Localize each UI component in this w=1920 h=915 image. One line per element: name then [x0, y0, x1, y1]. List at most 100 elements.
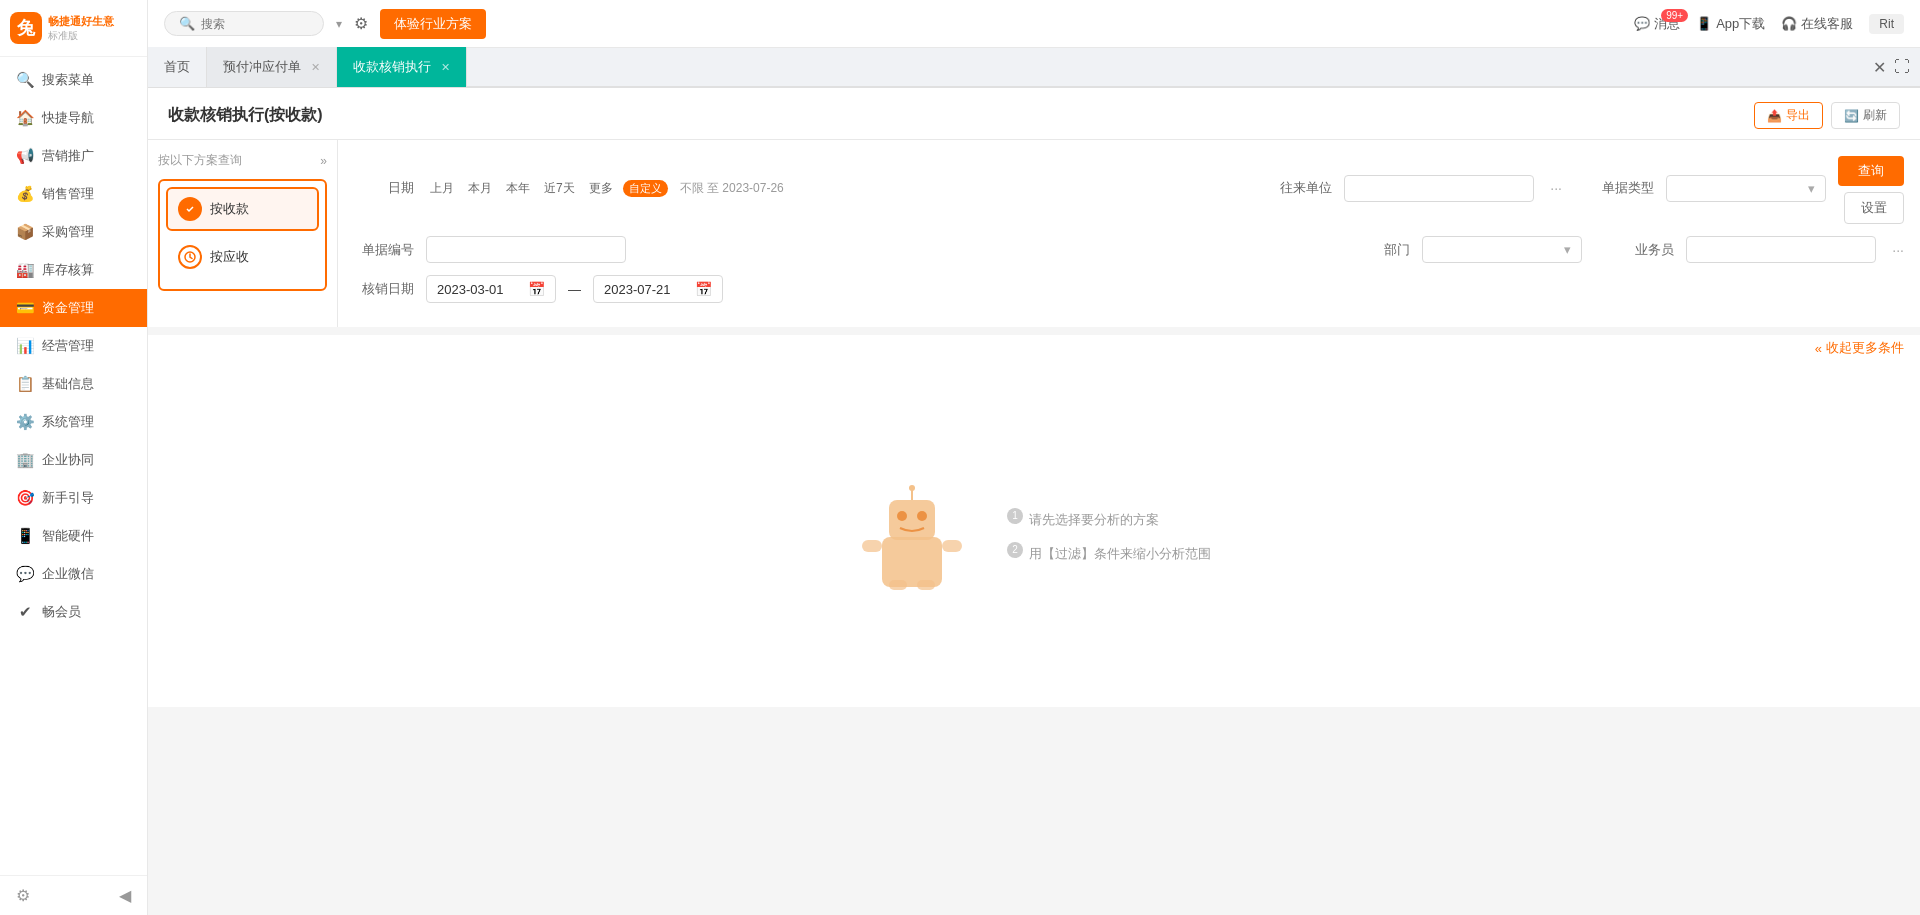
- system-icon: ⚙️: [16, 413, 34, 431]
- collapse-more-btn[interactable]: « 收起更多条件: [148, 335, 1920, 367]
- setting-btn[interactable]: 设置: [1844, 192, 1904, 224]
- query-option-receivable[interactable]: 按应收: [166, 235, 319, 279]
- sidebar-item-system[interactable]: ⚙️ 系统管理: [0, 403, 147, 441]
- empty-illustration: [857, 482, 967, 592]
- logo-text: 畅捷通好生意 标准版: [48, 14, 114, 43]
- empty-tips: 1 请先选择要分析的方案 2 用【过滤】条件来缩小分析范围: [1007, 507, 1211, 567]
- logo-icon: 兔: [10, 12, 42, 44]
- industry-btn[interactable]: 体验行业方案: [380, 9, 486, 39]
- date-shortcut-prev-month[interactable]: 上月: [426, 178, 458, 199]
- tab-close-prepay[interactable]: ✕: [311, 61, 320, 74]
- sidebar-item-marketing[interactable]: 📢 营销推广: [0, 137, 147, 175]
- filter-options-box: 按收款 按应收: [158, 179, 327, 291]
- page-title: 收款核销执行(按收款): [168, 105, 323, 126]
- close-tab-icon[interactable]: ✕: [1873, 58, 1886, 77]
- filter-area: 按以下方案查询 » 按收款 按应收: [148, 140, 1920, 327]
- unit-input[interactable]: [1344, 175, 1534, 202]
- topbar-gear-icon[interactable]: ⚙: [354, 14, 368, 33]
- svg-rect-2: [882, 537, 942, 587]
- date-shortcut-this-month[interactable]: 本月: [464, 178, 496, 199]
- dept-select[interactable]: ▾: [1422, 236, 1582, 263]
- bizperson-dots-btn[interactable]: ···: [1892, 242, 1904, 258]
- tab-home[interactable]: 首页: [148, 47, 207, 87]
- page-actions: 📤 导出 🔄 刷新: [1754, 102, 1900, 129]
- query-option-receipt[interactable]: 按收款: [166, 187, 319, 231]
- sidebar-item-search[interactable]: 🔍 搜索菜单: [0, 61, 147, 99]
- robot-svg: [857, 482, 967, 592]
- search-icon: 🔍: [16, 71, 34, 89]
- export-icon: 📤: [1767, 109, 1782, 123]
- date-shortcut-7days[interactable]: 近7天: [540, 178, 579, 199]
- tip-num-1: 1: [1007, 508, 1023, 524]
- unit-dots-btn[interactable]: ···: [1550, 180, 1562, 196]
- sidebar-item-hardware[interactable]: 📱 智能硬件: [0, 517, 147, 555]
- refresh-btn[interactable]: 🔄 刷新: [1831, 102, 1900, 129]
- finance-icon: 💳: [16, 299, 34, 317]
- bizperson-input[interactable]: [1686, 236, 1876, 263]
- voucher-input[interactable]: [426, 236, 626, 263]
- filter-collapse-btn[interactable]: »: [320, 154, 327, 168]
- topbar-chevron-icon[interactable]: ▾: [336, 17, 342, 31]
- sidebar-item-wecom[interactable]: 💬 企业微信: [0, 555, 147, 593]
- purchase-icon: 📦: [16, 223, 34, 241]
- empty-tip-2: 2 用【过滤】条件来缩小分析范围: [1007, 541, 1211, 567]
- sidebar-item-basic[interactable]: 📋 基础信息: [0, 365, 147, 403]
- sidebar: 兔 畅捷通好生意 标准版 🔍 搜索菜单 🏠 快捷导航 📢 营销推广 💰 销售管理…: [0, 0, 148, 915]
- svg-rect-11: [917, 580, 935, 590]
- writeoff-start-input[interactable]: 2023-03-01 📅: [426, 275, 556, 303]
- tab-bar-actions: ✕ ⛶: [1863, 58, 1920, 77]
- wecom-icon: 💬: [16, 565, 34, 583]
- topbar-search-box[interactable]: 🔍: [164, 11, 324, 36]
- export-btn[interactable]: 📤 导出: [1754, 102, 1823, 129]
- sidebar-item-guide[interactable]: 🎯 新手引导: [0, 479, 147, 517]
- app-download-btn[interactable]: 📱 App下载: [1696, 15, 1765, 33]
- sidebar-item-finance[interactable]: 💳 资金管理: [0, 289, 147, 327]
- expand-tab-icon[interactable]: ⛶: [1894, 58, 1910, 76]
- online-service-btn[interactable]: 🎧 在线客服: [1781, 15, 1853, 33]
- user-avatar[interactable]: Rit: [1869, 14, 1904, 34]
- writeoff-end-input[interactable]: 2023-07-21 📅: [593, 275, 723, 303]
- message-badge: 99+: [1661, 9, 1688, 22]
- sidebar-item-inventory[interactable]: 🏭 库存核算: [0, 251, 147, 289]
- svg-point-4: [897, 511, 907, 521]
- sidebar-item-member[interactable]: ✔ 畅会员: [0, 593, 147, 631]
- collapse-icon[interactable]: ◀: [119, 886, 131, 905]
- doctype-chevron-icon: ▾: [1808, 181, 1815, 196]
- empty-state: 1 请先选择要分析的方案 2 用【过滤】条件来缩小分析范围: [148, 367, 1920, 707]
- query-btn[interactable]: 查询: [1838, 156, 1904, 186]
- sidebar-nav: 🔍 搜索菜单 🏠 快捷导航 📢 营销推广 💰 销售管理 📦 采购管理 🏭 库存核…: [0, 57, 147, 875]
- member-icon: ✔: [16, 603, 34, 621]
- message-btn[interactable]: 💬 消息 99+: [1634, 15, 1680, 33]
- calendar-start-icon: 📅: [528, 281, 545, 297]
- sidebar-item-sales[interactable]: 💰 销售管理: [0, 175, 147, 213]
- date-shortcut-this-year[interactable]: 本年: [502, 178, 534, 199]
- sidebar-item-purchase[interactable]: 📦 采购管理: [0, 213, 147, 251]
- svg-rect-10: [889, 580, 907, 590]
- tab-receivable[interactable]: 收款核销执行 ✕: [337, 47, 467, 87]
- writeoff-label: 核销日期: [354, 280, 414, 298]
- collapse-chevron-icon: «: [1815, 341, 1822, 356]
- filter-left-title: 按以下方案查询 »: [158, 152, 327, 169]
- inventory-icon: 🏭: [16, 261, 34, 279]
- svg-point-7: [909, 485, 915, 491]
- sidebar-item-nav[interactable]: 🏠 快捷导航: [0, 99, 147, 137]
- doctype-select[interactable]: ▾: [1666, 175, 1826, 202]
- search-input[interactable]: [201, 17, 301, 31]
- tab-prepay[interactable]: 预付冲应付单 ✕: [207, 47, 337, 87]
- filter-row-2: 单据编号 部门 ▾ 业务员 ···: [354, 236, 1904, 263]
- dept-chevron-icon: ▾: [1564, 242, 1571, 257]
- sidebar-item-enterprise[interactable]: 🏢 企业协同: [0, 441, 147, 479]
- filter-row-3: 核销日期 2023-03-01 📅 — 2023-07-21 📅: [354, 275, 1904, 303]
- settings-icon[interactable]: ⚙: [16, 886, 30, 905]
- service-icon: 🎧: [1781, 16, 1797, 31]
- svg-point-5: [917, 511, 927, 521]
- sidebar-item-business[interactable]: 📊 经营管理: [0, 327, 147, 365]
- message-icon: 💬: [1634, 16, 1650, 31]
- date-shortcut-more[interactable]: 更多: [585, 178, 617, 199]
- refresh-icon: 🔄: [1844, 109, 1859, 123]
- search-icon: 🔍: [179, 16, 195, 31]
- marketing-icon: 📢: [16, 147, 34, 165]
- tab-close-receivable[interactable]: ✕: [441, 61, 450, 74]
- custom-date-badge[interactable]: 自定义: [623, 180, 668, 197]
- tip-num-2: 2: [1007, 542, 1023, 558]
